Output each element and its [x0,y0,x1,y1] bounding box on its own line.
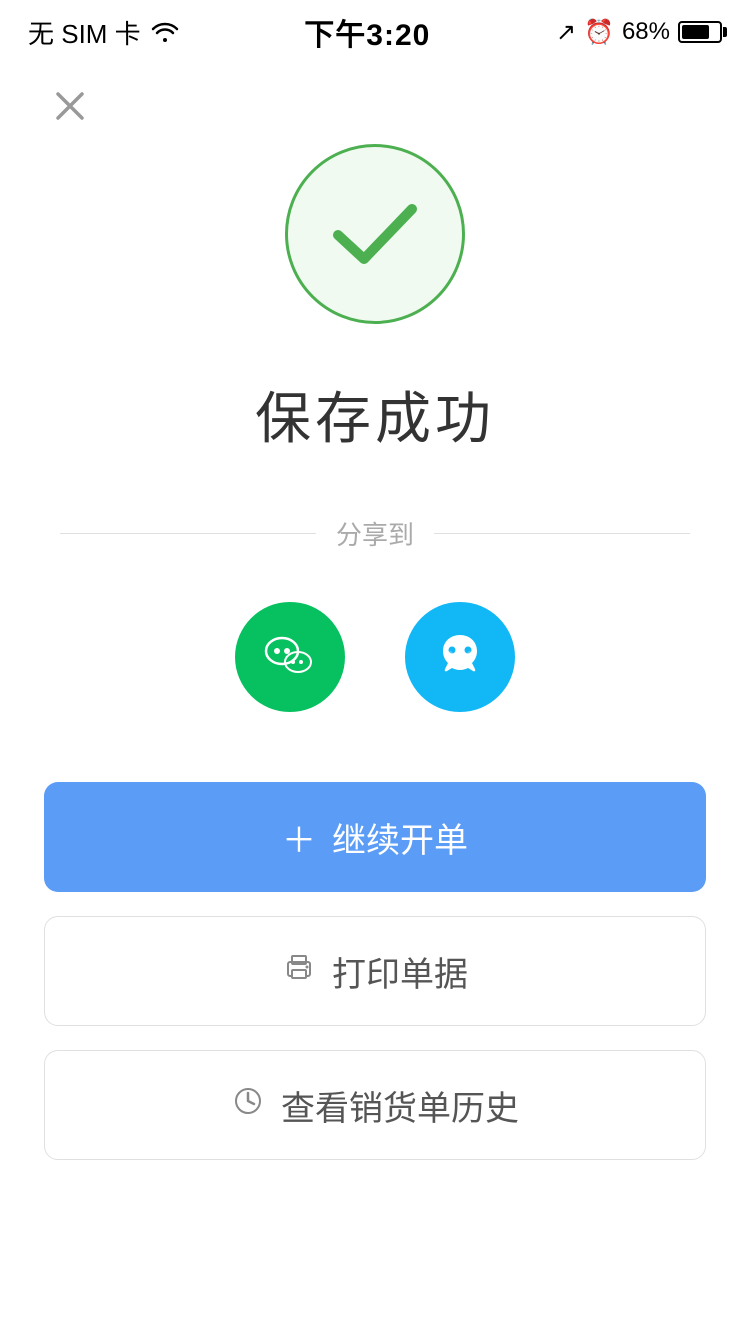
success-circle [285,144,465,324]
battery-text: 68% [622,18,670,46]
share-icons [235,602,515,712]
success-title: 保存成功 [255,374,495,455]
wechat-icon [260,627,320,687]
status-left: 无 SIM 卡 [28,14,179,51]
wifi-icon [151,22,179,42]
qq-share-button[interactable] [405,602,515,712]
print-icon [282,950,316,993]
share-divider: 分享到 [0,515,750,552]
divider-line-right [434,533,690,534]
history-icon [231,1084,265,1127]
alarm-icon: ⏰ [584,18,614,47]
checkmark-icon [330,199,420,269]
continue-icon: ＋ [282,813,316,862]
battery-fill [682,25,709,39]
status-time: 下午3:20 [304,10,430,54]
main-content: 保存成功 分享到 [0,64,750,1160]
print-button[interactable]: 打印单据 [44,916,706,1026]
status-bar: 无 SIM 卡 下午3:20 ↗ ⏰ 68% [0,0,750,64]
history-label: 查看销货单历史 [281,1081,519,1130]
close-button[interactable] [44,80,96,132]
continue-label: 继续开单 [332,813,468,862]
qq-icon [430,627,490,687]
wechat-share-button[interactable] [235,602,345,712]
divider-line-left [60,533,316,534]
history-button[interactable]: 查看销货单历史 [44,1050,706,1160]
print-label: 打印单据 [332,947,468,996]
share-label: 分享到 [316,515,434,552]
status-right: ↗ ⏰ 68% [556,18,722,47]
continue-button[interactable]: ＋ 继续开单 [44,782,706,892]
carrier-text: 无 SIM 卡 [28,14,141,51]
battery-icon [678,21,722,43]
location-icon: ↗ [556,18,576,47]
action-buttons: ＋ 继续开单 打印单据 查看销货单历史 [0,782,750,1160]
